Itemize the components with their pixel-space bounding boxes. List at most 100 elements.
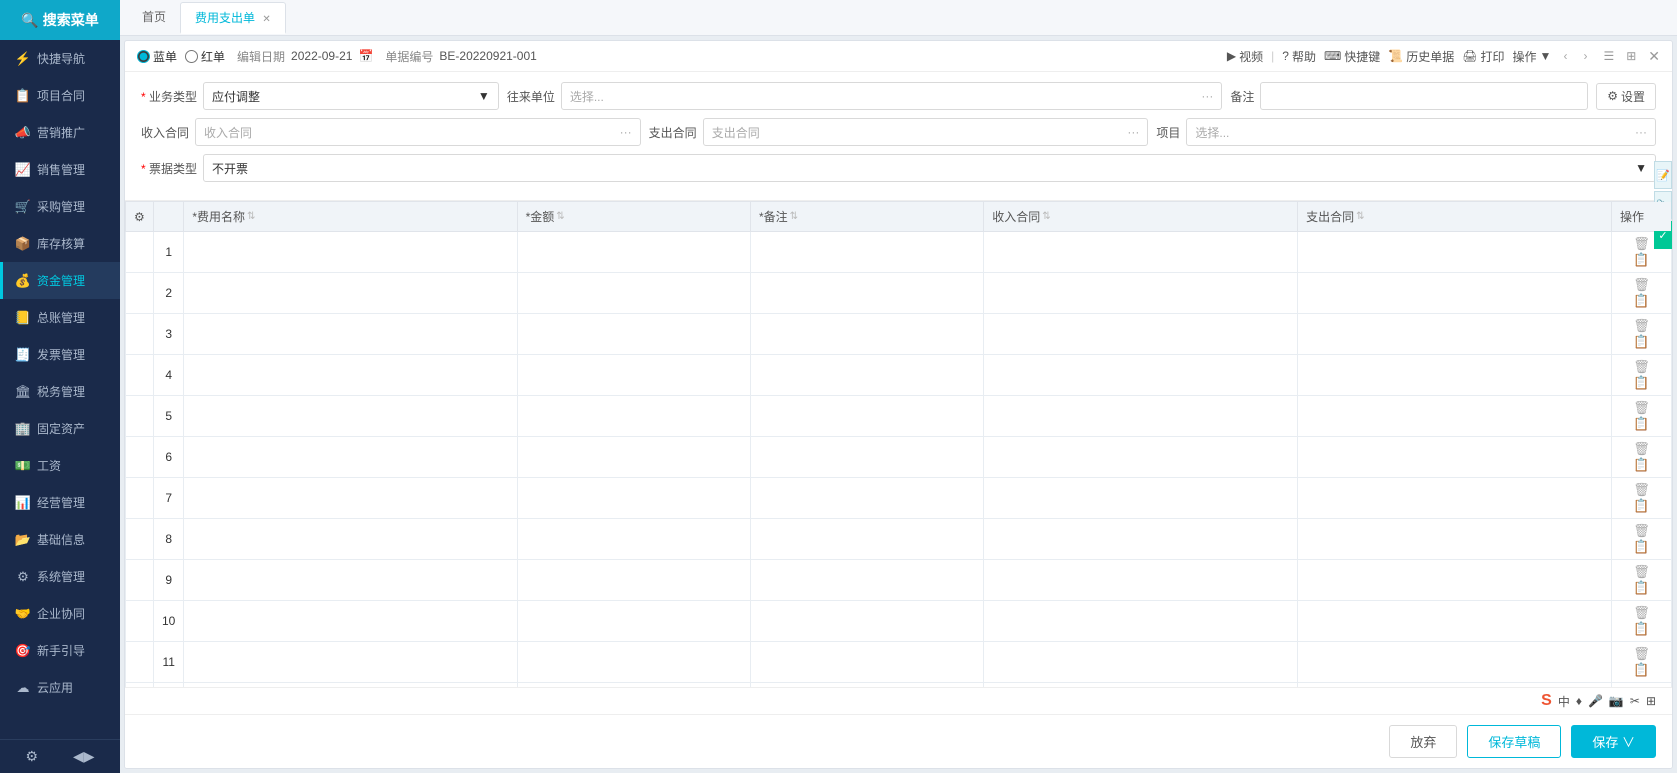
volume-icon[interactable]: ◀▶ bbox=[73, 748, 95, 765]
th-gear[interactable]: ⚙ bbox=[126, 202, 154, 232]
copy-icon[interactable]: 📋 bbox=[1633, 416, 1649, 431]
delete-icon[interactable]: 🗑 bbox=[1633, 564, 1650, 579]
actions-btn[interactable]: 操作 ▼ bbox=[1513, 48, 1552, 65]
discard-button[interactable]: 放弃 bbox=[1389, 725, 1457, 758]
calendar-icon[interactable]: 📅 bbox=[358, 49, 373, 63]
sidebar-item-fixed-assets[interactable]: 🏢 固定资产 bbox=[0, 410, 120, 447]
tab-expense-form[interactable]: 费用支出单 ✕ bbox=[180, 2, 286, 34]
delete-icon[interactable]: 🗑 bbox=[1633, 318, 1650, 333]
shortcut-btn[interactable]: ⌨ 快捷键 bbox=[1324, 48, 1380, 65]
delete-icon[interactable]: 🗑 bbox=[1633, 236, 1650, 251]
settings-icon[interactable]: ⚙ bbox=[25, 748, 38, 765]
sort-icon[interactable]: ⇅ bbox=[556, 211, 564, 222]
save-draft-button[interactable]: 保存草稿 bbox=[1467, 725, 1561, 758]
sidebar-item-project-contract[interactable]: 📋 项目合同 bbox=[0, 77, 120, 114]
income-contract-select[interactable]: 收入合同 ··· bbox=[195, 118, 641, 146]
sidebar-search-label[interactable]: 搜索菜单 bbox=[43, 10, 99, 30]
delete-icon[interactable]: 🗑 bbox=[1633, 646, 1650, 661]
sidebar-item-cloud[interactable]: ☁ 云应用 bbox=[0, 669, 120, 706]
sidebar-item-accounting[interactable]: 📒 总账管理 bbox=[0, 299, 120, 336]
expense-more-icon[interactable]: ··· bbox=[1127, 125, 1139, 139]
print-icon: 🖨 bbox=[1462, 49, 1477, 63]
guide-icon: 🎯 bbox=[15, 643, 31, 659]
copy-icon[interactable]: 📋 bbox=[1633, 621, 1649, 636]
delete-icon[interactable]: 🗑 bbox=[1633, 482, 1650, 497]
date-value[interactable]: 2022-09-21 bbox=[291, 49, 352, 63]
sidebar-item-label: 发票管理 bbox=[37, 346, 85, 363]
sort-icon[interactable]: ⇅ bbox=[1356, 211, 1364, 222]
sidebar-item-marketing[interactable]: 📣 营销推广 bbox=[0, 114, 120, 151]
sort-icon[interactable]: ⇅ bbox=[1042, 211, 1050, 222]
tab-close-icon[interactable]: ✕ bbox=[262, 14, 270, 25]
copy-icon[interactable]: 📋 bbox=[1633, 293, 1649, 308]
sidebar-item-sales[interactable]: 📈 销售管理 bbox=[0, 151, 120, 188]
help-btn[interactable]: ? 帮助 bbox=[1282, 48, 1316, 65]
sidebar-item-capital[interactable]: 💰 资金管理 bbox=[0, 262, 120, 299]
partner-more-icon[interactable]: ··· bbox=[1201, 89, 1213, 103]
sidebar-item-tax[interactable]: 🏛 税务管理 bbox=[0, 373, 120, 410]
income-more-icon[interactable]: ··· bbox=[620, 125, 632, 139]
sidebar-item-invoice[interactable]: 🧾 发票管理 bbox=[0, 336, 120, 373]
copy-icon[interactable]: 📋 bbox=[1633, 252, 1649, 267]
history-btn[interactable]: 📜 历史单据 bbox=[1388, 48, 1454, 65]
delete-icon[interactable]: 🗑 bbox=[1633, 359, 1650, 374]
remark-input[interactable] bbox=[1260, 82, 1588, 110]
view-list-icon[interactable]: ☰ bbox=[1599, 47, 1618, 65]
sidebar-item-label: 系统管理 bbox=[37, 568, 85, 585]
delete-icon[interactable]: 🗑 bbox=[1633, 441, 1650, 456]
sidebar-item-label: 资金管理 bbox=[37, 272, 85, 289]
invoice-type-field: 票据类型 不开票 ▼ bbox=[141, 154, 1656, 182]
copy-icon[interactable]: 📋 bbox=[1633, 457, 1649, 472]
order-label: 单据编号 bbox=[385, 48, 433, 65]
sidebar-item-purchase[interactable]: 🛒 采购管理 bbox=[0, 188, 120, 225]
copy-icon[interactable]: 📋 bbox=[1633, 375, 1649, 390]
print-btn[interactable]: 🖨 打印 bbox=[1462, 48, 1504, 65]
red-bill-radio[interactable]: 红单 bbox=[185, 48, 225, 65]
side-icon-1[interactable]: 📝 bbox=[1654, 161, 1672, 189]
delete-icon[interactable]: 🗑 bbox=[1633, 277, 1650, 292]
sidebar-item-enterprise[interactable]: 🤝 企业协同 bbox=[0, 595, 120, 632]
sort-icon[interactable]: ⇅ bbox=[247, 211, 255, 222]
grid-icon[interactable]: ⊞ bbox=[1622, 47, 1640, 65]
sidebar-item-label: 库存核算 bbox=[37, 235, 85, 252]
delete-icon[interactable]: 🗑 bbox=[1633, 605, 1650, 620]
sidebar-item-guide[interactable]: 🎯 新手引导 bbox=[0, 632, 120, 669]
delete-icon[interactable]: 🗑 bbox=[1633, 523, 1650, 538]
sidebar-item-payroll[interactable]: 💵 工资 bbox=[0, 447, 120, 484]
partner-select[interactable]: 选择... ··· bbox=[561, 82, 1223, 110]
table-row: 8 🗑 📋 bbox=[126, 519, 1672, 560]
copy-icon[interactable]: 📋 bbox=[1633, 539, 1649, 554]
brand-camera-icon: 📷 bbox=[1609, 694, 1624, 708]
sidebar-item-ops[interactable]: 📊 经营管理 bbox=[0, 484, 120, 521]
copy-icon[interactable]: 📋 bbox=[1633, 662, 1649, 677]
video-btn[interactable]: ▶ 视频 bbox=[1227, 48, 1263, 65]
sidebar-item-sys[interactable]: ⚙ 系统管理 bbox=[0, 558, 120, 595]
invoice-type-select[interactable]: 不开票 ▼ bbox=[203, 154, 1656, 182]
copy-icon[interactable]: 📋 bbox=[1633, 498, 1649, 513]
business-type-select[interactable]: 应付调整 ▼ bbox=[203, 82, 499, 110]
next-btn[interactable]: › bbox=[1579, 47, 1591, 65]
prev-btn[interactable]: ‹ bbox=[1559, 47, 1571, 65]
tab-home[interactable]: 首页 bbox=[128, 2, 180, 33]
sidebar-item-quick-nav[interactable]: ⚡ 快捷导航 bbox=[0, 40, 120, 77]
delete-icon[interactable]: 🗑 bbox=[1633, 400, 1650, 415]
window-close-button[interactable]: ✕ bbox=[1648, 48, 1660, 65]
copy-icon[interactable]: 📋 bbox=[1633, 334, 1649, 349]
sidebar-item-inventory[interactable]: 📦 库存核算 bbox=[0, 225, 120, 262]
project-select[interactable]: 选择... ··· bbox=[1186, 118, 1656, 146]
shortcut-icon: ⌨ bbox=[1324, 49, 1341, 63]
save-button[interactable]: 保存 ∨ bbox=[1571, 725, 1656, 758]
table-row: 4 🗑 📋 bbox=[126, 355, 1672, 396]
expense-contract-select[interactable]: 支出合同 ··· bbox=[703, 118, 1149, 146]
settings-button[interactable]: ⚙ 设置 bbox=[1596, 83, 1656, 110]
th-expense-contract: 支出合同 ⇅ bbox=[1298, 202, 1612, 232]
project-more-icon[interactable]: ··· bbox=[1635, 125, 1647, 139]
blue-bill-radio[interactable]: 蓝单 bbox=[137, 48, 177, 65]
sidebar-item-label: 工资 bbox=[37, 457, 61, 474]
sidebar-header: 🔍 搜索菜单 bbox=[0, 0, 120, 40]
sort-icon[interactable]: ⇅ bbox=[790, 211, 798, 222]
sidebar-item-label: 快捷导航 bbox=[37, 50, 85, 67]
brand-grid-icon: ⊞ bbox=[1646, 694, 1656, 708]
copy-icon[interactable]: 📋 bbox=[1633, 580, 1649, 595]
sidebar-item-basic-info[interactable]: 📂 基础信息 bbox=[0, 521, 120, 558]
